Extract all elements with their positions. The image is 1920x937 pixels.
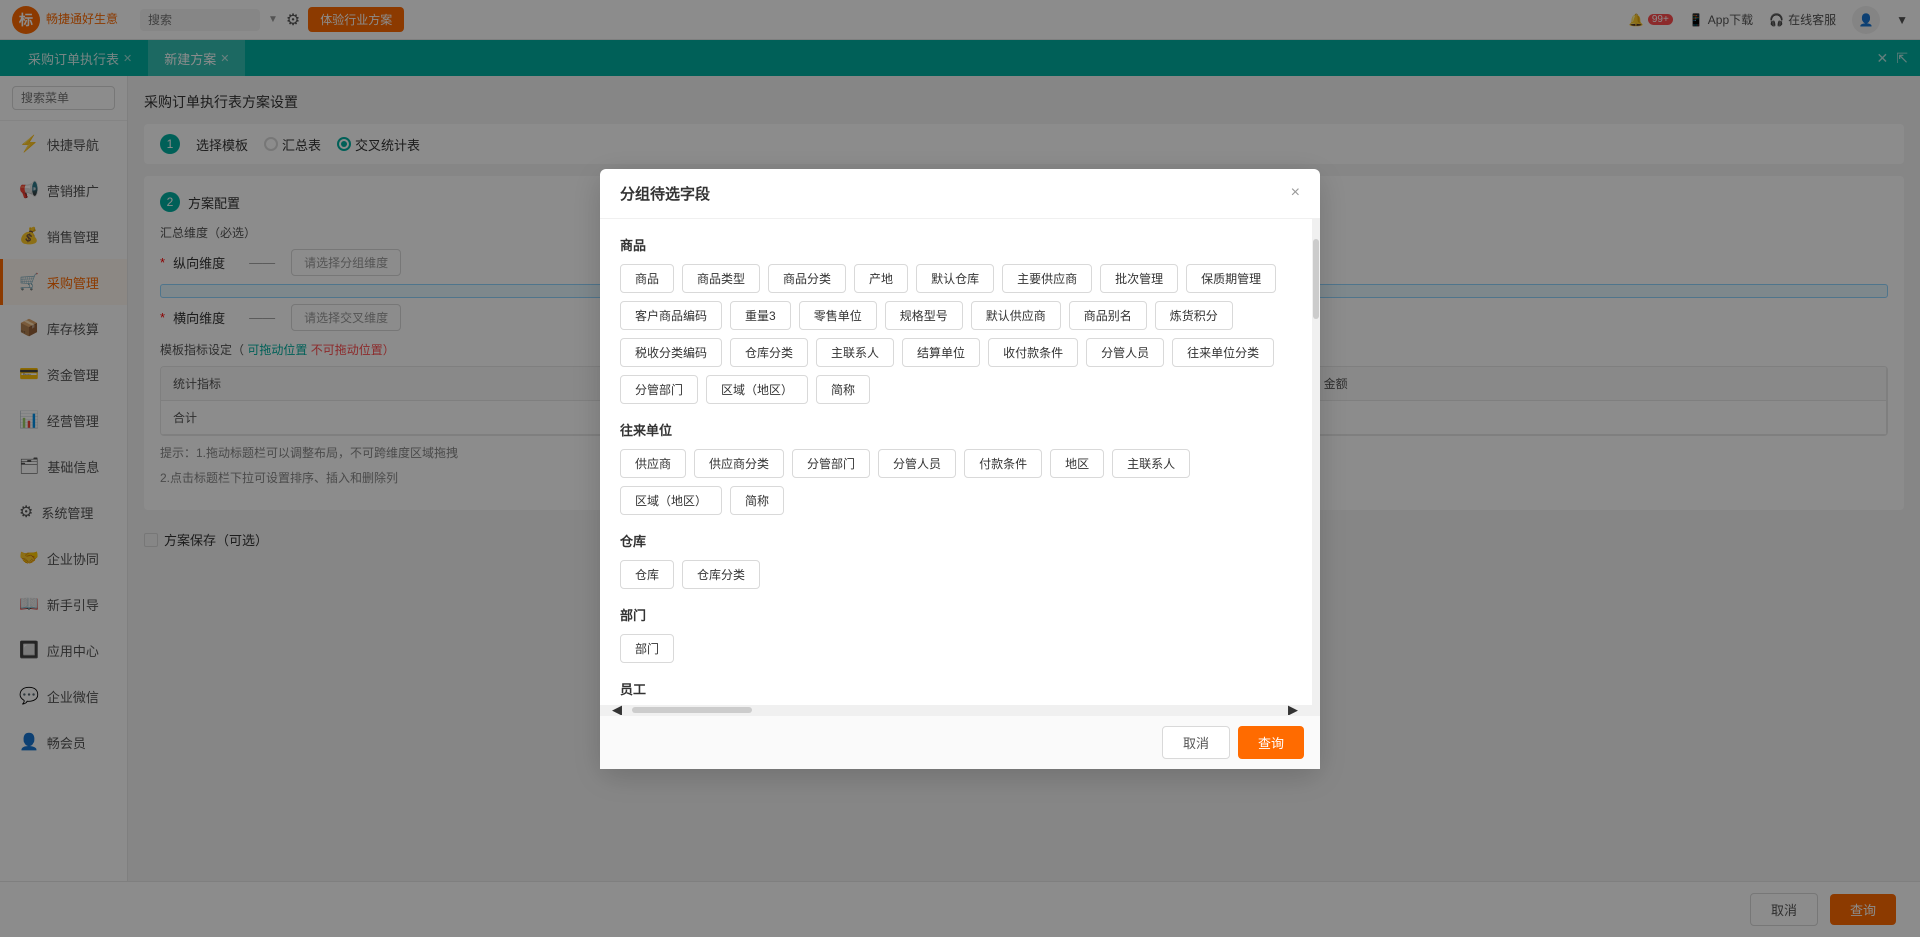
field-tag-batch-mgmt[interactable]: 批次管理: [1100, 264, 1178, 293]
field-tag-main-supplier[interactable]: 主要供应商: [1002, 264, 1092, 293]
modal-close-button[interactable]: ×: [1291, 184, 1300, 202]
modal-title: 分组待选字段: [620, 183, 710, 204]
field-tag-settlement-unit[interactable]: 结算单位: [902, 338, 980, 367]
modal-confirm-button[interactable]: 查询: [1238, 726, 1304, 759]
field-tag-area[interactable]: 地区: [1050, 449, 1104, 478]
field-tag-supplier-category[interactable]: 供应商分类: [694, 449, 784, 478]
field-tag-tax-code[interactable]: 税收分类编码: [620, 338, 722, 367]
field-tag-department[interactable]: 部门: [620, 634, 674, 663]
modal-vscrollbar[interactable]: [1312, 219, 1320, 705]
field-tag-spec-model[interactable]: 规格型号: [885, 301, 963, 330]
section-dept: 部门 部门: [620, 605, 1292, 663]
modal-header: 分组待选字段 ×: [600, 169, 1320, 219]
field-tag-origin[interactable]: 产地: [854, 264, 908, 293]
modal-hscrollbar-area[interactable]: ◀ ▶: [600, 705, 1320, 715]
field-tag-retail-unit[interactable]: 零售单位: [799, 301, 877, 330]
section-partner: 往来单位 供应商 供应商分类 分管部门 分管人员 付款条件 地区 主联系人 区域…: [620, 420, 1292, 515]
section-dept-title: 部门: [620, 605, 1292, 624]
section-partner-title: 往来单位: [620, 420, 1292, 439]
field-tag-product-category[interactable]: 商品分类: [768, 264, 846, 293]
section-product-title: 商品: [620, 235, 1292, 254]
field-tag-main-contact2[interactable]: 主联系人: [1112, 449, 1190, 478]
field-tag-supplier[interactable]: 供应商: [620, 449, 686, 478]
field-tag-partner-category[interactable]: 往来单位分类: [1172, 338, 1274, 367]
field-tag-product-type[interactable]: 商品类型: [682, 264, 760, 293]
modal-scroll-area: 商品 商品 商品类型 商品分类 产地 默认仓库 主要供应商 批次管理 保质期管理…: [600, 219, 1320, 705]
field-tag-region[interactable]: 区域（地区）: [706, 375, 808, 404]
field-tag-product[interactable]: 商品: [620, 264, 674, 293]
section-dept-tags: 部门: [620, 634, 1292, 663]
field-tag-points[interactable]: 炼货积分: [1155, 301, 1233, 330]
field-tag-customer-code[interactable]: 客户商品编码: [620, 301, 722, 330]
field-tag-warehouse-category[interactable]: 仓库分类: [730, 338, 808, 367]
field-tag-region2[interactable]: 区域（地区）: [620, 486, 722, 515]
field-tag-default-warehouse[interactable]: 默认仓库: [916, 264, 994, 293]
section-warehouse-title: 仓库: [620, 531, 1292, 550]
modal-hscroll-thumb: [632, 707, 752, 713]
modal-overlay: 分组待选字段 × 商品 商品 商品类型 商品分类 产地 默认仓库 主要供应商 批…: [0, 0, 1920, 937]
field-tag-payment-cond[interactable]: 付款条件: [964, 449, 1042, 478]
modal-vscroll-thumb: [1313, 239, 1319, 319]
modal-content: 商品 商品 商品类型 商品分类 产地 默认仓库 主要供应商 批次管理 保质期管理…: [600, 219, 1312, 705]
field-tag-product-alias[interactable]: 商品别名: [1069, 301, 1147, 330]
field-tag-dept[interactable]: 分管部门: [620, 375, 698, 404]
field-tag-warehouse-cat[interactable]: 仓库分类: [682, 560, 760, 589]
section-product: 商品 商品 商品类型 商品分类 产地 默认仓库 主要供应商 批次管理 保质期管理…: [620, 235, 1292, 404]
modal-dialog: 分组待选字段 × 商品 商品 商品类型 商品分类 产地 默认仓库 主要供应商 批…: [600, 169, 1320, 769]
section-product-tags: 商品 商品类型 商品分类 产地 默认仓库 主要供应商 批次管理 保质期管理 客户…: [620, 264, 1292, 404]
field-tag-payment-terms[interactable]: 收付款条件: [988, 338, 1078, 367]
field-tag-partner-dept[interactable]: 分管部门: [792, 449, 870, 478]
modal-cancel-button[interactable]: 取消: [1162, 726, 1230, 759]
field-tag-short-name[interactable]: 简称: [816, 375, 870, 404]
section-warehouse: 仓库 仓库 仓库分类: [620, 531, 1292, 589]
field-tag-manager[interactable]: 分管人员: [1086, 338, 1164, 367]
modal-footer: 取消 查询: [600, 715, 1320, 769]
section-warehouse-tags: 仓库 仓库分类: [620, 560, 1292, 589]
field-tag-weight3[interactable]: 重量3: [730, 301, 791, 330]
section-staff-title: 员工: [620, 679, 1292, 698]
field-tag-main-contact[interactable]: 主联系人: [816, 338, 894, 367]
field-tag-expiry-mgmt[interactable]: 保质期管理: [1186, 264, 1276, 293]
field-tag-short-name2[interactable]: 简称: [730, 486, 784, 515]
field-tag-warehouse[interactable]: 仓库: [620, 560, 674, 589]
section-staff: 员工 业务员: [620, 679, 1292, 705]
field-tag-default-supplier[interactable]: 默认供应商: [971, 301, 1061, 330]
field-tag-partner-manager[interactable]: 分管人员: [878, 449, 956, 478]
section-partner-tags: 供应商 供应商分类 分管部门 分管人员 付款条件 地区 主联系人 区域（地区） …: [620, 449, 1292, 515]
